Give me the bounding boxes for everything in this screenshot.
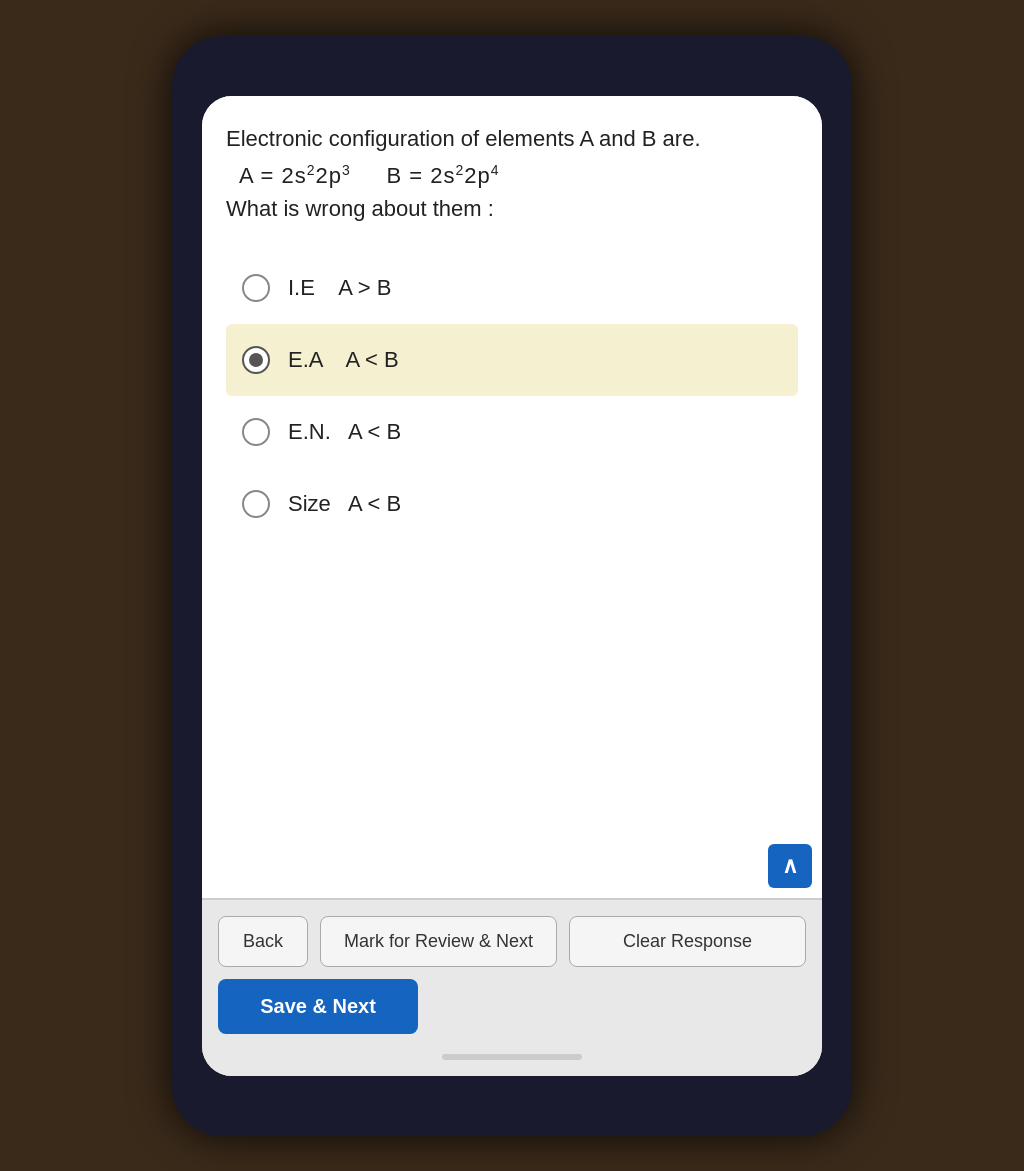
options-list: I.E A > B E.A A < B E.N. A < B Size A < … xyxy=(226,252,798,878)
action-row-top: Back Mark for Review & Next Clear Respon… xyxy=(218,916,806,967)
question-intro: Electronic configuration of elements A a… xyxy=(226,124,798,155)
formula-line: A = 2s22p3 B = 2s22p4 xyxy=(226,162,798,189)
question-area: Electronic configuration of elements A a… xyxy=(202,96,822,898)
option-1[interactable]: I.E A > B xyxy=(226,252,798,324)
action-row-bottom: Save & Next xyxy=(218,979,806,1034)
option-2-label: E.A A < B xyxy=(288,347,399,373)
radio-1[interactable] xyxy=(242,274,270,302)
save-next-button[interactable]: Save & Next xyxy=(218,979,418,1034)
radio-4[interactable] xyxy=(242,490,270,518)
option-4[interactable]: Size A < B xyxy=(226,468,798,540)
back-button[interactable]: Back xyxy=(218,916,308,967)
bottom-bar xyxy=(442,1054,582,1060)
option-4-label: Size A < B xyxy=(288,491,401,517)
clear-response-button[interactable]: Clear Response xyxy=(569,916,806,967)
mark-review-button[interactable]: Mark for Review & Next xyxy=(320,916,557,967)
phone-screen: Electronic configuration of elements A a… xyxy=(202,96,822,1076)
bottom-actions: Back Mark for Review & Next Clear Respon… xyxy=(202,900,822,1076)
option-2[interactable]: E.A A < B xyxy=(226,324,798,396)
radio-3[interactable] xyxy=(242,418,270,446)
scroll-up-button[interactable] xyxy=(768,844,812,888)
option-3[interactable]: E.N. A < B xyxy=(226,396,798,468)
radio-2[interactable] xyxy=(242,346,270,374)
phone-container: Electronic configuration of elements A a… xyxy=(172,36,852,1136)
question-ask: What is wrong about them : xyxy=(226,196,798,222)
option-3-label: E.N. A < B xyxy=(288,419,401,445)
question-wrapper: Electronic configuration of elements A a… xyxy=(202,96,822,898)
option-1-label: I.E A > B xyxy=(288,275,391,301)
